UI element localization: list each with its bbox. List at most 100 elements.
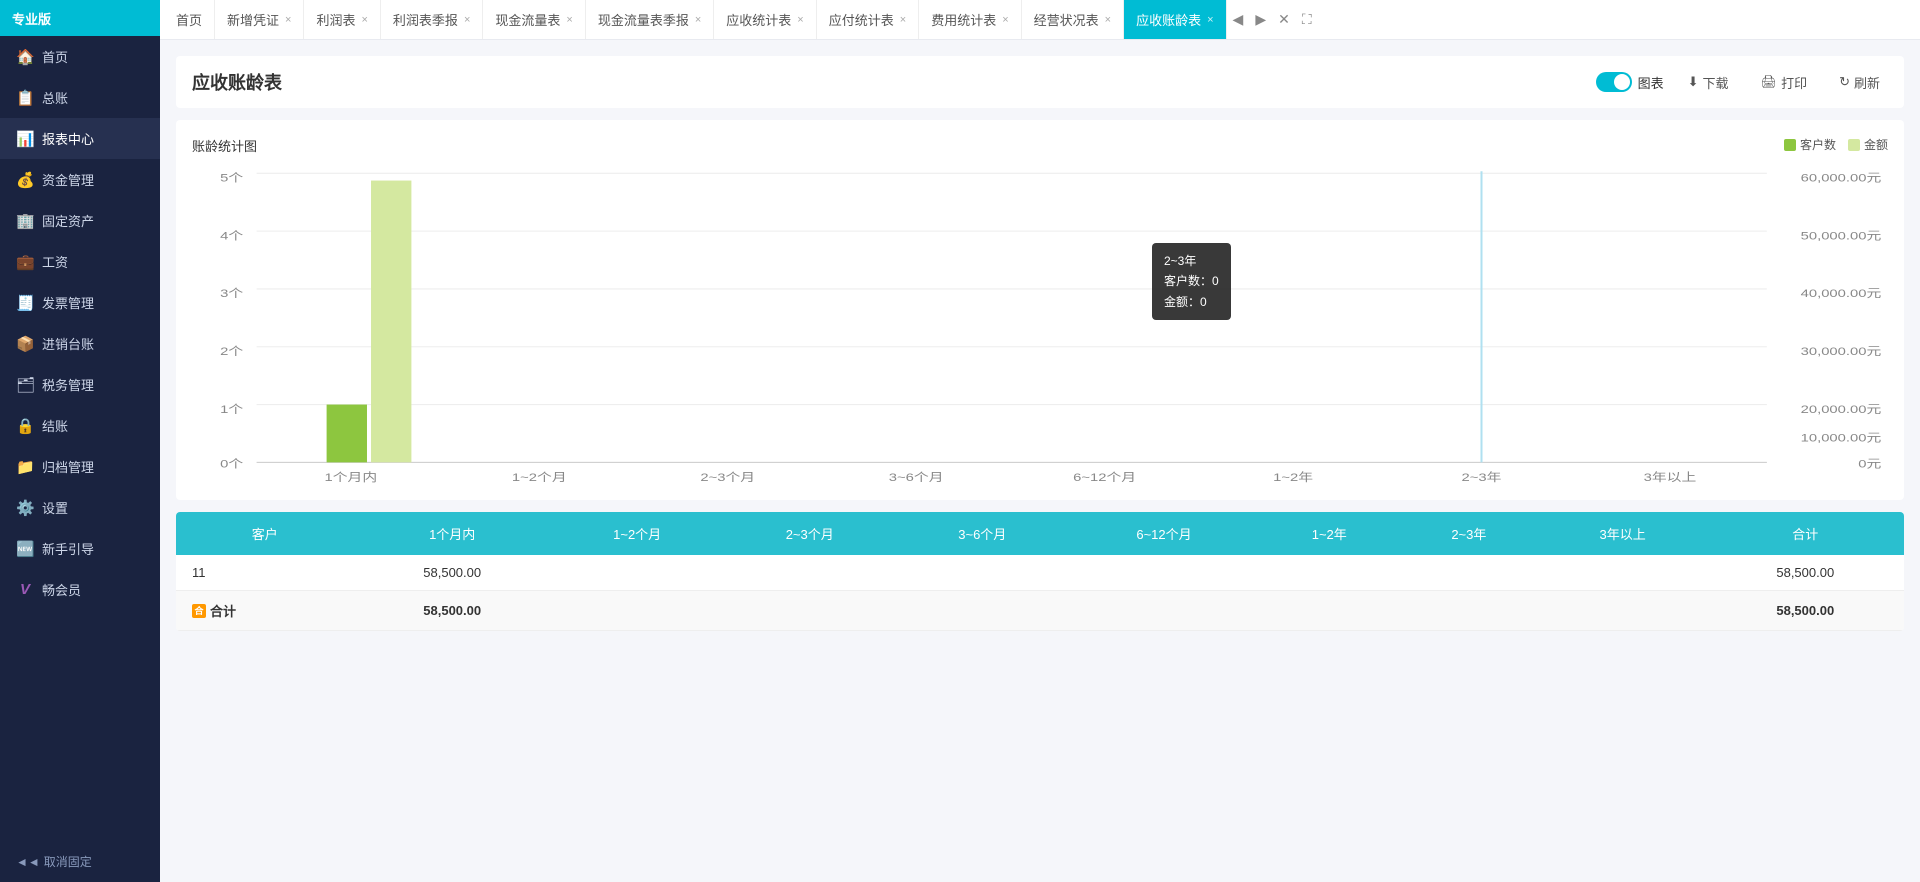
tab-profit-season-close[interactable]: × <box>464 14 470 26</box>
tab-expense-label: 费用统计表 <box>931 10 996 29</box>
legend-customer: 客户数 <box>1784 136 1836 153</box>
svg-text:1个月内: 1个月内 <box>325 471 378 483</box>
guide-icon: 🆕 <box>16 540 34 558</box>
total-y23 <box>1399 591 1539 631</box>
tab-ar-aging-close[interactable]: × <box>1207 14 1213 26</box>
tab-ap-stat-close[interactable]: × <box>900 14 906 26</box>
tab-ar-stat-close[interactable]: × <box>797 14 803 26</box>
tab-profit-close[interactable]: × <box>361 14 367 26</box>
print-button[interactable]: 🖨 打印 <box>1753 69 1816 96</box>
sidebar-item-guide[interactable]: 🆕 新手引导 <box>0 528 160 569</box>
svg-text:30,000.00元: 30,000.00元 <box>1801 345 1882 358</box>
page-header: 应收账龄表 图表 ⬇ 下载 🖨 打印 ↻ 刷新 <box>176 56 1904 108</box>
tab-cashflow-season[interactable]: 现金流量表季报 × <box>586 0 714 40</box>
tab-voucher-close[interactable]: × <box>285 14 291 26</box>
refresh-button[interactable]: ↻ 刷新 <box>1831 69 1888 96</box>
pin-label: 取消固定 <box>44 853 92 870</box>
salary-icon: 💼 <box>16 253 34 271</box>
svg-text:60,000.00元: 60,000.00元 <box>1801 171 1882 184</box>
th-customer: 客户 <box>176 512 354 555</box>
tab-cashflow-label: 现金流量表 <box>495 10 560 29</box>
print-label: 打印 <box>1781 73 1807 92</box>
refresh-label: 刷新 <box>1854 73 1880 92</box>
tab-biz-status-label: 经营状况表 <box>1034 10 1099 29</box>
sidebar-item-member[interactable]: V 畅会员 <box>0 569 160 610</box>
total-y3plus <box>1539 591 1707 631</box>
tab-expense[interactable]: 费用统计表 × <box>919 0 1021 40</box>
data-table: 客户 1个月内 1~2个月 2~3个月 3~6个月 6~12个月 1~2年 2~… <box>176 512 1904 631</box>
total-total: 58,500.00 <box>1707 591 1904 631</box>
svg-text:20,000.00元: 20,000.00元 <box>1801 402 1882 415</box>
tab-profit-label: 利润表 <box>316 10 355 29</box>
pin-toggle[interactable]: ◄◄ 取消固定 <box>0 841 160 882</box>
tab-profit[interactable]: 利润表 × <box>304 0 380 40</box>
svg-text:0元: 0元 <box>1858 457 1881 470</box>
sidebar-item-fund[interactable]: 💰 资金管理 <box>0 159 160 200</box>
total-m1: 58,500.00 <box>354 591 551 631</box>
total-m12 <box>551 591 724 631</box>
sidebar-item-home[interactable]: 🏠 首页 <box>0 36 160 77</box>
total-m612 <box>1069 591 1260 631</box>
svg-text:2~3个月: 2~3个月 <box>700 471 755 483</box>
tab-cashflow-close[interactable]: × <box>566 14 572 26</box>
cell-y12 <box>1259 555 1399 591</box>
invoice-icon: 🧾 <box>16 294 34 312</box>
th-y12: 1~2年 <box>1259 512 1399 555</box>
sidebar-item-salary[interactable]: 💼 工资 <box>0 241 160 282</box>
tab-fullscreen-btn[interactable]: ⛶ <box>1296 0 1318 40</box>
chart-toggle[interactable] <box>1596 72 1632 92</box>
download-button[interactable]: ⬇ 下载 <box>1680 69 1737 96</box>
sidebar-item-inventory[interactable]: 📦 进销台账 <box>0 323 160 364</box>
th-m12: 1~2个月 <box>551 512 724 555</box>
tab-cashflow[interactable]: 现金流量表 × <box>483 0 585 40</box>
tab-ar-aging[interactable]: 应收账龄表 × <box>1124 0 1226 40</box>
tab-ap-stat[interactable]: 应付统计表 × <box>817 0 919 40</box>
total-label-cell: 合 合计 <box>176 591 354 631</box>
sidebar-item-report[interactable]: 📊 报表中心 <box>0 118 160 159</box>
sidebar-item-tax[interactable]: 🗂 税务管理 <box>0 364 160 405</box>
sidebar-label-ledger: 总账 <box>42 88 68 107</box>
svg-text:3个: 3个 <box>220 287 243 300</box>
total-label: 合 合计 <box>192 601 344 620</box>
tab-home[interactable]: 首页 <box>164 0 215 40</box>
sidebar-label-settings: 设置 <box>42 498 68 517</box>
svg-text:2~3年: 2~3年 <box>1462 471 1502 483</box>
sidebar-item-settings[interactable]: ⚙️ 设置 <box>0 487 160 528</box>
member-icon: V <box>16 581 34 598</box>
sidebar-item-invoice[interactable]: 🧾 发票管理 <box>0 282 160 323</box>
tab-profit-season[interactable]: 利润表季报 × <box>381 0 483 40</box>
svg-text:40,000.00元: 40,000.00元 <box>1801 287 1882 300</box>
tab-cashflow-season-label: 现金流量表季报 <box>598 10 689 29</box>
sidebar-item-archive[interactable]: 📁 归档管理 <box>0 446 160 487</box>
th-y23: 2~3年 <box>1399 512 1539 555</box>
tax-icon: 🗂 <box>16 376 34 394</box>
svg-text:2个: 2个 <box>220 345 243 358</box>
tab-next-btn[interactable]: ▶ <box>1249 0 1272 40</box>
sidebar-item-asset[interactable]: 🏢 固定资产 <box>0 200 160 241</box>
cell-m612 <box>1069 555 1260 591</box>
tab-prev-btn[interactable]: ◀ <box>1227 0 1250 40</box>
tab-voucher[interactable]: 新增凭证 × <box>215 0 304 40</box>
table-section: 客户 1个月内 1~2个月 2~3个月 3~6个月 6~12个月 1~2年 2~… <box>176 512 1904 631</box>
tab-close-all-btn[interactable]: ✕ <box>1272 0 1296 40</box>
sidebar-item-close[interactable]: 🔒 结账 <box>0 405 160 446</box>
tab-cashflow-season-close[interactable]: × <box>695 14 701 26</box>
tab-biz-status[interactable]: 经营状况表 × <box>1022 0 1124 40</box>
tab-profit-season-label: 利润表季报 <box>393 10 458 29</box>
print-icon: 🖨 <box>1761 74 1778 90</box>
svg-text:4个: 4个 <box>220 229 243 242</box>
inventory-icon: 📦 <box>16 335 34 353</box>
chart-toggle-label: 图表 <box>1638 73 1664 92</box>
svg-text:6~12个月: 6~12个月 <box>1073 471 1136 483</box>
tab-ar-stat[interactable]: 应收统计表 × <box>714 0 816 40</box>
sidebar-item-ledger[interactable]: 📋 总账 <box>0 77 160 118</box>
tab-expense-close[interactable]: × <box>1002 14 1008 26</box>
bar-amount-0 <box>371 181 411 463</box>
sidebar-label-inventory: 进销台账 <box>42 334 94 353</box>
tab-biz-status-close[interactable]: × <box>1105 14 1111 26</box>
tab-ar-aging-label: 应收账龄表 <box>1136 10 1201 29</box>
legend-amount: 金额 <box>1848 136 1888 153</box>
chart-svg-wrap: 5个 4个 3个 2个 1个 0个 60,000.00元 50,000.00元 … <box>192 163 1888 483</box>
cell-m23 <box>723 555 896 591</box>
sidebar-label-fund: 资金管理 <box>42 170 94 189</box>
